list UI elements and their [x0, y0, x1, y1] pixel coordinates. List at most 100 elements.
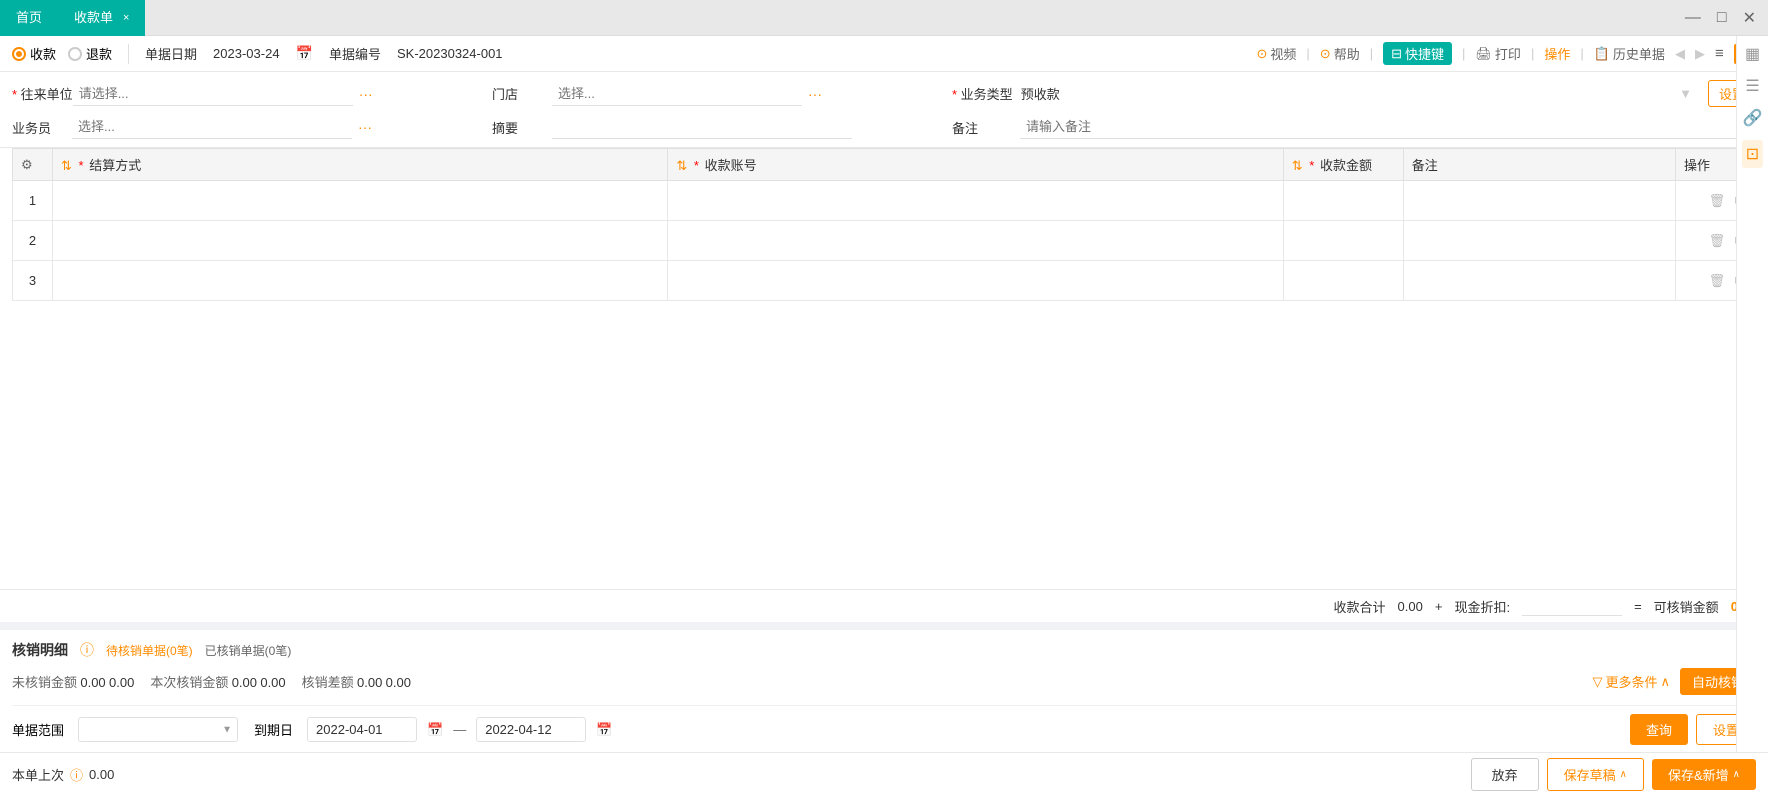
- staff-input[interactable]: [72, 115, 352, 139]
- radio-refund-label: 退款: [86, 44, 112, 63]
- row-2-amount[interactable]: [1283, 221, 1403, 261]
- staff-more-icon[interactable]: ···: [358, 119, 372, 135]
- store-input[interactable]: [552, 82, 802, 106]
- row-1-amount[interactable]: [1283, 181, 1403, 221]
- this-check-stat: 本次核销金额 0.00 0.00: [150, 672, 285, 691]
- range-label: 单据范围: [12, 720, 64, 739]
- summary-discount-input[interactable]: [1522, 596, 1622, 616]
- row-1-delete-icon[interactable]: 🗑: [1709, 193, 1726, 208]
- due-date-to-input[interactable]: [476, 717, 586, 742]
- footer: 本单上次 ⓘ 0.00 放弃 保存草稿 ∧ 保存&新增 ∧: [0, 752, 1768, 796]
- save-arrow-icon: ∧: [1733, 769, 1740, 780]
- verif-pending-tab[interactable]: 待核销单据(0笔): [106, 642, 193, 659]
- biz-type-label: 业务类型: [952, 84, 1013, 103]
- toolbar-video[interactable]: ⊙ 视频: [1256, 44, 1296, 63]
- counterpart-label: 往来单位: [12, 84, 73, 103]
- counterpart-more-icon[interactable]: ···: [359, 86, 373, 102]
- row-3-delete-icon[interactable]: 🗑: [1709, 273, 1726, 288]
- save-draft-btn[interactable]: 保存草稿 ∧: [1547, 758, 1644, 791]
- toolbar-history[interactable]: 📋 历史单据: [1594, 44, 1665, 63]
- due-date-field: 到期日 📅 — 📅: [254, 717, 612, 742]
- th-settle-method: ⇅ * 结算方式: [53, 149, 668, 181]
- table-header-row: ⚙ ⇅ * 结算方式 ⇅ * 收款账号 ⇅ * 收款: [13, 149, 1756, 181]
- staff-label: 业务员: [12, 118, 72, 137]
- this-check-value: 0.00: [232, 675, 257, 690]
- row-2-account[interactable]: [668, 221, 1283, 261]
- save-new-btn[interactable]: 保存&新增 ∧: [1652, 759, 1756, 790]
- row-1-remark[interactable]: [1403, 181, 1675, 221]
- row-1-account[interactable]: [668, 181, 1283, 221]
- win-close-btn[interactable]: ✕: [1739, 8, 1760, 28]
- remark-input[interactable]: [1020, 115, 1756, 139]
- due-date-to-calendar-icon[interactable]: 📅: [596, 722, 612, 738]
- radio-receive[interactable]: 收款: [12, 44, 56, 63]
- biz-type-dropdown-icon[interactable]: ▼: [1679, 86, 1692, 101]
- store-more-icon[interactable]: ···: [808, 86, 822, 102]
- summary-discount-label: 现金折扣:: [1454, 597, 1510, 616]
- receipt-table: ⚙ ⇅ * 结算方式 ⇅ * 收款账号 ⇅ * 收款: [12, 148, 1756, 301]
- this-check-label: 本次核销金额: [150, 675, 228, 690]
- table-section: ⚙ ⇅ * 结算方式 ⇅ * 收款账号 ⇅ * 收款: [0, 148, 1768, 589]
- footer-info-icon[interactable]: ⓘ: [70, 765, 83, 784]
- radio-refund[interactable]: 退款: [68, 44, 112, 63]
- toolbar-shortcut[interactable]: ⊟ 快捷键: [1383, 42, 1452, 65]
- summary-total-label: 收款合计: [1334, 597, 1386, 616]
- toolbar-divider-1: [128, 44, 129, 64]
- row-1-num: 1: [13, 181, 53, 221]
- row-2-settle[interactable]: [53, 221, 668, 261]
- win-minimize-btn[interactable]: —: [1681, 9, 1705, 27]
- due-date-from-input[interactable]: [307, 717, 417, 742]
- right-sidebar: ▦ ☰ 🔗 ⊡: [1736, 36, 1768, 752]
- summary-input[interactable]: [552, 115, 852, 139]
- top-toolbar: 收款 退款 单据日期 2023-03-24 📅 单据编号 SK-20230324…: [0, 36, 1768, 72]
- remark-label: 备注: [952, 118, 1012, 137]
- range-field: 单据范围: [12, 717, 238, 742]
- save-new-label: 保存&新增: [1668, 765, 1729, 784]
- biz-type-value: 预收款: [1021, 84, 1679, 103]
- counterpart-input[interactable]: [73, 82, 353, 106]
- summary-label: 摘要: [492, 118, 552, 137]
- toolbar-ops[interactable]: 操作: [1544, 44, 1570, 63]
- th-remark: 备注: [1403, 149, 1675, 181]
- toolbar-print[interactable]: 🖨 打印: [1475, 44, 1521, 63]
- row-1-settle[interactable]: [53, 181, 668, 221]
- due-date-from-calendar-icon[interactable]: 📅: [427, 722, 443, 738]
- row-3-settle[interactable]: [53, 261, 668, 301]
- discard-btn[interactable]: 放弃: [1471, 758, 1539, 791]
- doc-num-value: SK-20230324-001: [397, 46, 503, 61]
- row-2-delete-icon[interactable]: 🗑: [1709, 233, 1726, 248]
- row-3-num: 3: [13, 261, 53, 301]
- toolbar-help[interactable]: ⊙ 帮助: [1320, 44, 1360, 63]
- sidebar-table-icon[interactable]: ▦: [1745, 44, 1760, 64]
- table-row: 1 🗑 ⧉: [13, 181, 1756, 221]
- footer-actions: 放弃 保存草稿 ∧ 保存&新增 ∧: [1471, 758, 1756, 791]
- sidebar-list-icon[interactable]: ☰: [1745, 76, 1759, 96]
- radio-receive-label: 收款: [30, 44, 56, 63]
- win-maximize-btn[interactable]: □: [1713, 9, 1731, 27]
- verif-done-tab[interactable]: 已核销单据(0笔): [205, 642, 292, 659]
- row-3-account[interactable]: [668, 261, 1283, 301]
- nav-next-icon[interactable]: ▶: [1695, 46, 1705, 62]
- sidebar-link-icon[interactable]: 🔗: [1743, 108, 1763, 128]
- doc-num-label: 单据编号: [329, 44, 381, 63]
- row-3-remark[interactable]: [1403, 261, 1675, 301]
- verif-info-icon[interactable]: ⓘ: [80, 640, 94, 660]
- tab-home[interactable]: 首页: [0, 0, 58, 36]
- verif-header: 核销明细 ⓘ 待核销单据(0笔) 已核销单据(0笔): [12, 640, 1756, 660]
- layout-list-icon[interactable]: ≡: [1715, 45, 1724, 62]
- range-select[interactable]: [78, 717, 238, 742]
- row-3-amount[interactable]: [1283, 261, 1403, 301]
- query-btn[interactable]: 查询: [1630, 714, 1688, 745]
- tab-bar: 首页 收款单 × — □ ✕: [0, 0, 1768, 36]
- table-settings-icon[interactable]: ⚙: [21, 157, 33, 172]
- sidebar-active-icon[interactable]: ⊡: [1742, 140, 1763, 168]
- biz-type-field: 业务类型 预收款 ▼ 设置: [952, 80, 1756, 107]
- tab-receipt[interactable]: 收款单 ×: [58, 0, 145, 36]
- nav-prev-icon[interactable]: ◀: [1675, 46, 1685, 62]
- doc-date-value: 2023-03-24: [213, 46, 280, 61]
- row-2-remark[interactable]: [1403, 221, 1675, 261]
- tab-close-icon[interactable]: ×: [123, 0, 129, 36]
- calendar-icon[interactable]: 📅: [296, 45, 313, 62]
- summary-row: 收款合计 0.00 + 现金折扣: = 可核销金额 0.00: [0, 589, 1768, 622]
- more-conditions-btn[interactable]: ▽ 更多条件 ∧: [1592, 672, 1670, 691]
